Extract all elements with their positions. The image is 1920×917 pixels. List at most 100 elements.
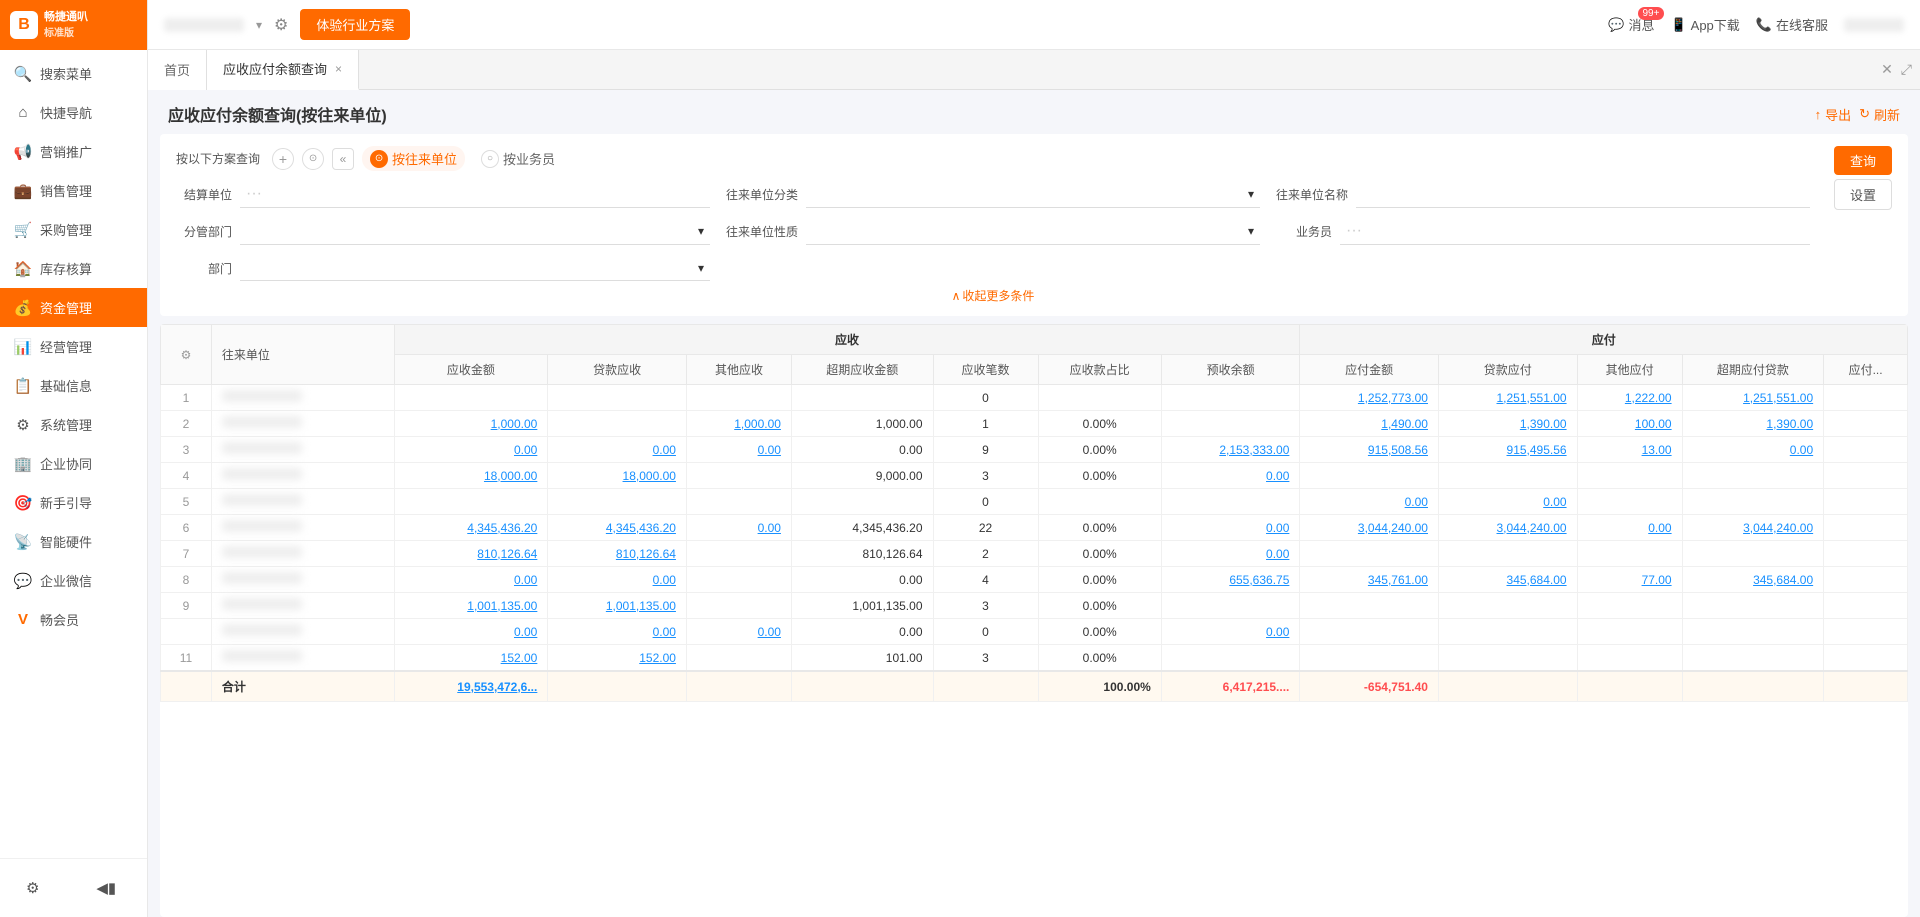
table-settings-gear-icon[interactable]: ⚙ — [181, 348, 192, 362]
sidebar-label-member: 畅会员 — [40, 610, 79, 629]
department-arrow: ▾ — [698, 261, 704, 275]
sidebar-item-basic-info[interactable]: 📋 基础信息 — [0, 366, 147, 405]
sidebar-logo: B 畅捷通叭 标准版 — [0, 0, 147, 50]
table-row: 418,000.0018,000.009,000.0030.00%0.00 — [161, 463, 1908, 489]
partner-nature-arrow: ▾ — [1248, 224, 1254, 238]
tab-close-icon[interactable]: × — [335, 62, 342, 76]
search-menu-icon: 🔍 — [14, 65, 32, 83]
filter-partner-icon: ⊙ — [370, 150, 388, 168]
sidebar-item-marketing[interactable]: 📢 营销推广 — [0, 132, 147, 171]
managing-dept-input[interactable]: ▾ — [240, 219, 710, 245]
app-download-button[interactable]: 📱 App下载 — [1670, 15, 1739, 34]
member-icon: V — [14, 611, 32, 629]
footer-label: 合计 — [211, 671, 394, 702]
sidebar-item-smart-hw[interactable]: 📡 智能硬件 — [0, 522, 147, 561]
sidebar-label-operation: 经营管理 — [40, 337, 92, 356]
tab-close-all-icon[interactable]: ✕ — [1881, 61, 1893, 78]
message-icon: 💬 — [1608, 17, 1624, 33]
settlement-unit-input[interactable]: ··· — [240, 181, 710, 208]
basic-info-icon: 📋 — [14, 377, 32, 395]
sidebar-item-member[interactable]: V 畅会员 — [0, 600, 147, 639]
department-label: 部门 — [176, 260, 232, 277]
tabbar: 首页 应收应付余额查询 × ✕ ⤢ — [148, 50, 1920, 90]
sidebar-bottom: ⚙ ◀▮ — [0, 858, 147, 917]
department-input[interactable]: ▾ — [240, 255, 710, 281]
col-loan-receivable: 贷款应收 — [548, 355, 687, 385]
footer-overdue-payable — [1682, 671, 1824, 702]
sidebar-item-funds[interactable]: 💰 资金管理 — [0, 288, 147, 327]
salesperson-input[interactable]: ··· — [1340, 218, 1810, 245]
filter-collapse-link[interactable]: ∧ 收起更多条件 — [952, 287, 1035, 304]
filter-collapse-row: ∧ 收起更多条件 — [176, 287, 1810, 304]
table-container[interactable]: ⚙ 往来单位 应收 应付 应收金额 贷款应收 其他应收 超期应收金额 应收笔数 … — [160, 324, 1908, 917]
col-other-payable: 其他应付 — [1577, 355, 1682, 385]
message-button[interactable]: 💬 消息 99+ — [1608, 15, 1654, 34]
filter-scheme-button[interactable]: ⊙ — [302, 148, 324, 170]
sidebar-item-purchase[interactable]: 🛒 采购管理 — [0, 210, 147, 249]
filter-add-button[interactable]: + — [272, 148, 294, 170]
footer-other-payable — [1577, 671, 1682, 702]
industry-plan-button[interactable]: 体验行业方案 — [300, 9, 410, 40]
sidebar-label-search: 搜索菜单 — [40, 64, 92, 83]
topbar-settings-icon[interactable]: ⚙ — [274, 15, 288, 35]
table-settings-header[interactable]: ⚙ — [161, 325, 212, 385]
salesperson-dots-icon: ··· — [1346, 222, 1362, 240]
main-area: ▾ ⚙ 体验行业方案 💬 消息 99+ 📱 App下载 📞 在线客服 首页 — [148, 0, 1920, 917]
managing-dept-label: 分管部门 — [176, 223, 232, 240]
partner-category-input[interactable]: ▾ — [806, 182, 1260, 208]
settings-button[interactable]: 设置 — [1834, 179, 1892, 210]
filter-by-partner[interactable]: ⊙ 按往来单位 — [362, 146, 465, 171]
sidebar-label-smart: 智能硬件 — [40, 532, 92, 551]
export-button[interactable]: ↑ 导出 — [1815, 105, 1852, 124]
page-title: 应收应付余额查询(按往来单位) — [168, 102, 387, 126]
table-row: 30.000.000.000.0090.00%2,153,333.00915,5… — [161, 437, 1908, 463]
query-button[interactable]: 查询 — [1834, 146, 1892, 175]
partner-nature-input[interactable]: ▾ — [806, 219, 1260, 245]
filter-salesperson-label: 按业务员 — [503, 149, 555, 168]
settlement-dots-icon: ··· — [246, 185, 262, 203]
sidebar-label-guide: 新手引导 — [40, 493, 92, 512]
col-receivable-ratio: 应收款占比 — [1038, 355, 1161, 385]
managing-dept-arrow: ▾ — [698, 224, 704, 238]
sidebar-item-system[interactable]: ⚙ 系统管理 — [0, 405, 147, 444]
table-row: 101,252,773.001,251,551.001,222.001,251,… — [161, 385, 1908, 411]
sidebar-item-search-menu[interactable]: 🔍 搜索菜单 — [0, 54, 147, 93]
tab-expand-icon[interactable]: ⤢ — [1901, 61, 1912, 78]
sidebar-label-system: 系统管理 — [40, 415, 92, 434]
topbar: ▾ ⚙ 体验行业方案 💬 消息 99+ 📱 App下载 📞 在线客服 — [148, 0, 1920, 50]
tab-home[interactable]: 首页 — [148, 50, 207, 90]
table-row: 11152.00152.00101.0030.00% — [161, 645, 1908, 672]
tab-ar-ap[interactable]: 应收应付余额查询 × — [207, 50, 359, 90]
footer-receivable-amount[interactable]: 19,553,472,6... — [394, 671, 548, 702]
sidebar-item-quick-nav[interactable]: ⌂ 快捷导航 — [0, 93, 147, 132]
sidebar-item-enterprise[interactable]: 🏢 企业协同 — [0, 444, 147, 483]
sidebar-bottom-collapse[interactable]: ◀▮ — [91, 873, 129, 903]
table-row: 91,001,135.001,001,135.001,001,135.0030.… — [161, 593, 1908, 619]
topbar-brand — [164, 18, 244, 32]
refresh-button[interactable]: ↻ 刷新 — [1859, 105, 1900, 124]
salesperson-label: 业务员 — [1276, 223, 1332, 240]
sidebar-label-sales: 销售管理 — [40, 181, 92, 200]
sidebar-item-warehouse[interactable]: 🏠 库存核算 — [0, 249, 147, 288]
filter-collapse-button[interactable]: « — [332, 148, 354, 170]
filter-partner-category: 往来单位分类 ▾ — [726, 181, 1260, 208]
sidebar-bottom-settings[interactable]: ⚙ — [18, 873, 56, 903]
footer-ratio: 100.00% — [1038, 671, 1161, 702]
online-service-button[interactable]: 📞 在线客服 — [1756, 15, 1828, 34]
sidebar-item-operation[interactable]: 📊 经营管理 — [0, 327, 147, 366]
sidebar-item-wechat[interactable]: 💬 企业微信 — [0, 561, 147, 600]
table-row: 500.000.00 — [161, 489, 1908, 515]
col-overdue-receivable: 超期应收金额 — [791, 355, 933, 385]
table-footer-row: 合计 19,553,472,6... 100.00% 6,417,215....… — [161, 671, 1908, 702]
col-payable-group-header: 应付 — [1300, 325, 1908, 355]
partner-category-arrow: ▾ — [1248, 187, 1254, 201]
partner-name-input[interactable] — [1356, 182, 1810, 208]
logo-text: 畅捷通叭 — [44, 11, 88, 24]
sidebar-item-guide[interactable]: 🎯 新手引导 — [0, 483, 147, 522]
filter-by-salesperson[interactable]: ○ 按业务员 — [473, 146, 563, 171]
topbar-dropdown-icon[interactable]: ▾ — [256, 18, 262, 32]
sidebar-item-sales[interactable]: 💼 销售管理 — [0, 171, 147, 210]
table-row: 7810,126.64810,126.64810,126.6420.00%0.0… — [161, 541, 1908, 567]
query-buttons: 查询 设置 — [1834, 146, 1892, 210]
sidebar-label-warehouse: 库存核算 — [40, 259, 92, 278]
